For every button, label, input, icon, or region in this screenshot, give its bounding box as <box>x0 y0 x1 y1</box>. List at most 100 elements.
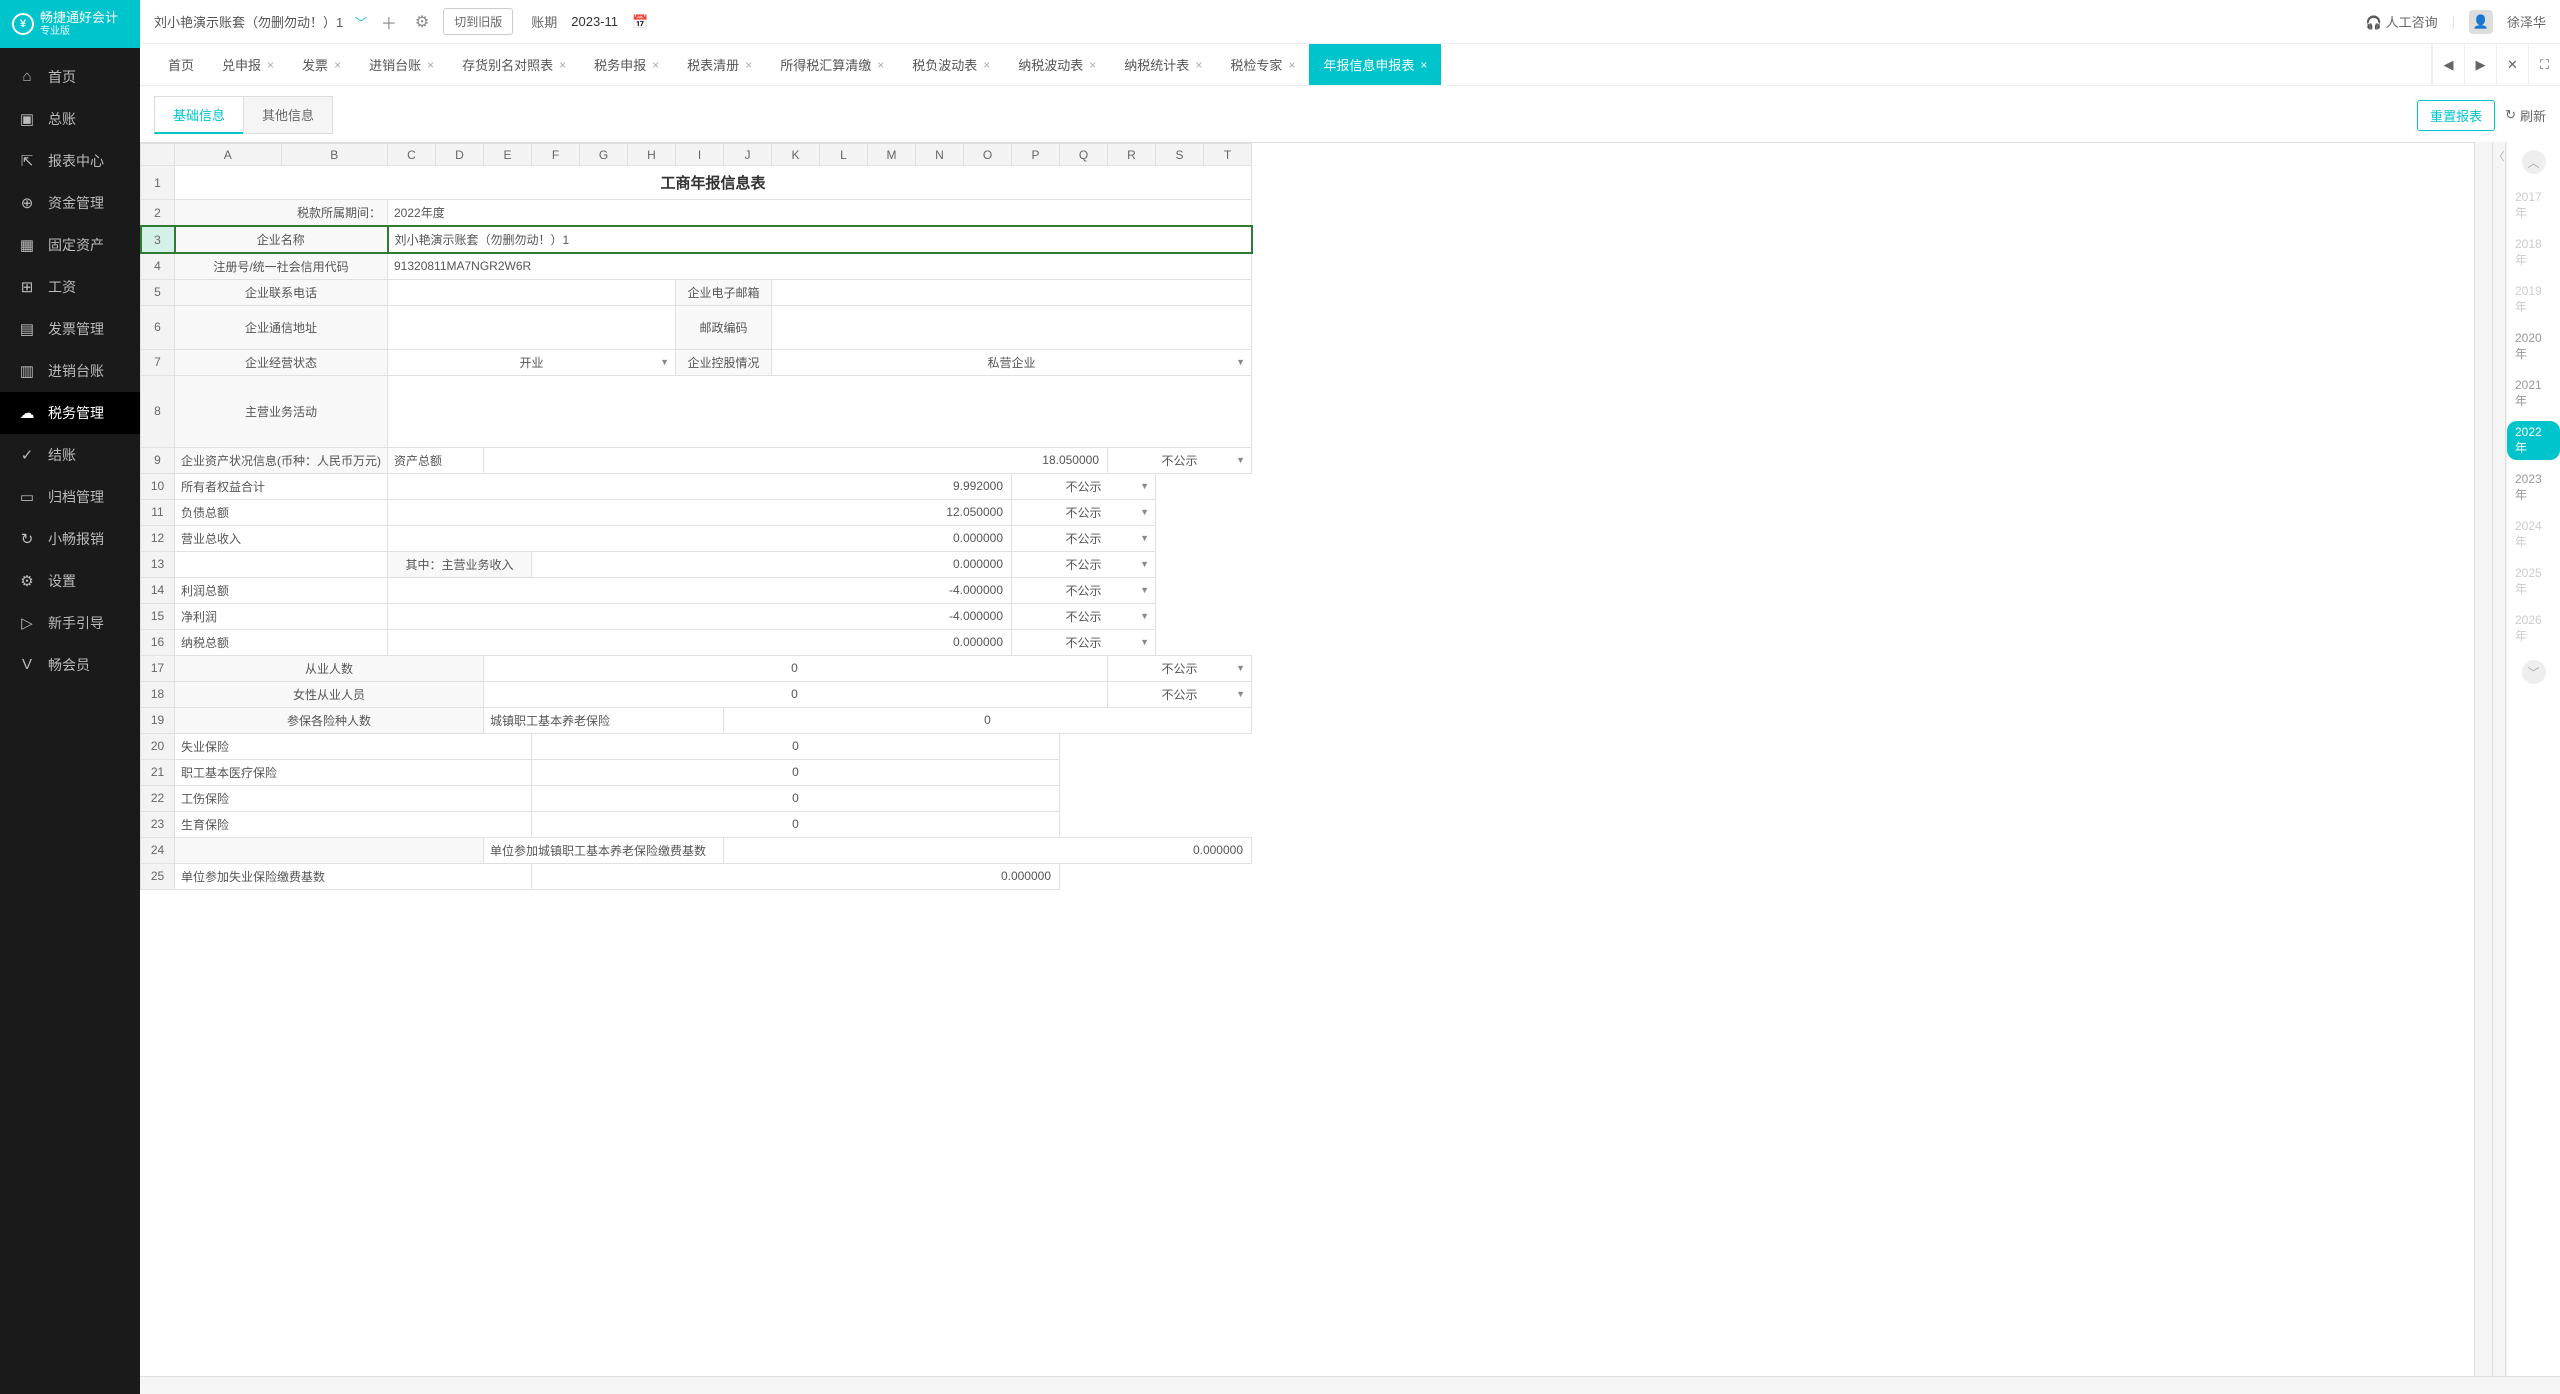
year-2019年[interactable]: 2019年 <box>2507 280 2560 319</box>
sidebar-item-5[interactable]: ⊞工资 <box>0 266 140 308</box>
col-Q[interactable]: Q <box>1060 144 1108 166</box>
col-C[interactable]: C <box>388 144 436 166</box>
sidebar-item-10[interactable]: ▭归档管理 <box>0 476 140 518</box>
col-D[interactable]: D <box>436 144 484 166</box>
year-up-icon[interactable]: ︿ <box>2522 150 2546 174</box>
row-13[interactable]: 13 <box>141 551 175 577</box>
subtab-0[interactable]: 基础信息 <box>154 96 243 134</box>
close-icon[interactable]: × <box>267 58 274 72</box>
tabs-prev-icon[interactable]: ◀ <box>2432 44 2464 85</box>
cell-ins-21[interactable]: 0 <box>532 759 1060 785</box>
consult-link[interactable]: 🎧 人工咨询 <box>2366 12 2438 31</box>
col-B[interactable]: B <box>281 144 388 166</box>
cell-val-12[interactable]: 0.000000 <box>388 525 1012 551</box>
collapse-handle-icon[interactable]: 〈 <box>2492 142 2506 1376</box>
period-value[interactable]: 2023-11 <box>571 14 618 29</box>
sidebar-item-9[interactable]: ✓结账 <box>0 434 140 476</box>
cell-disc-9[interactable]: 不公示 <box>1108 447 1252 473</box>
row-10[interactable]: 10 <box>141 473 175 499</box>
col-R[interactable]: R <box>1108 144 1156 166</box>
row-23[interactable]: 23 <box>141 811 175 837</box>
tabs-next-icon[interactable]: ▶ <box>2464 44 2496 85</box>
add-icon[interactable]: ＋ <box>377 10 401 34</box>
row-22[interactable]: 22 <box>141 785 175 811</box>
col-K[interactable]: K <box>772 144 820 166</box>
cell-val-11[interactable]: 12.050000 <box>388 499 1012 525</box>
sidebar-item-1[interactable]: ▣总账 <box>0 98 140 140</box>
year-2023年[interactable]: 2023年 <box>2507 468 2560 507</box>
row-24[interactable]: 24 <box>141 837 175 863</box>
cell-disc-10[interactable]: 不公示 <box>1012 473 1156 499</box>
cell-femp[interactable]: 0 <box>484 681 1108 707</box>
cell-val-10[interactable]: 9.992000 <box>388 473 1012 499</box>
close-icon[interactable]: × <box>877 58 884 72</box>
close-icon[interactable]: × <box>983 58 990 72</box>
cell-phone[interactable] <box>388 279 676 305</box>
year-down-icon[interactable]: ﹀ <box>2522 660 2546 684</box>
sidebar-item-3[interactable]: ⊕资金管理 <box>0 182 140 224</box>
col-F[interactable]: F <box>532 144 580 166</box>
row-11[interactable]: 11 <box>141 499 175 525</box>
col-L[interactable]: L <box>820 144 868 166</box>
cell-disc-11[interactable]: 不公示 <box>1012 499 1156 525</box>
row-12[interactable]: 12 <box>141 525 175 551</box>
col-G[interactable]: G <box>580 144 628 166</box>
vertical-scrollbar[interactable] <box>2474 142 2492 1376</box>
col-O[interactable]: O <box>964 144 1012 166</box>
gear-icon[interactable]: ⚙ <box>411 12 433 32</box>
year-2025年[interactable]: 2025年 <box>2507 562 2560 601</box>
cell-disc-13[interactable]: 不公示 <box>1012 551 1156 577</box>
subtab-1[interactable]: 其他信息 <box>243 96 333 134</box>
avatar[interactable]: 👤 <box>2469 10 2493 34</box>
cell-reg[interactable]: 91320811MA7NGR2W6R <box>388 253 1252 279</box>
col-E[interactable]: E <box>484 144 532 166</box>
cell-period[interactable]: 2022年度 <box>388 200 1252 227</box>
cell-val-16[interactable]: 0.000000 <box>388 629 1012 655</box>
cell-ins-19[interactable]: 0 <box>724 707 1252 733</box>
col-S[interactable]: S <box>1156 144 1204 166</box>
cell-ins-23[interactable]: 0 <box>532 811 1060 837</box>
year-2021年[interactable]: 2021年 <box>2507 374 2560 413</box>
sidebar-item-12[interactable]: ⚙设置 <box>0 560 140 602</box>
sidebar-item-4[interactable]: ▦固定资产 <box>0 224 140 266</box>
close-icon[interactable]: × <box>1288 58 1295 72</box>
cell-disc-16[interactable]: 不公示 <box>1012 629 1156 655</box>
cell-status[interactable]: 开业 <box>388 349 676 375</box>
cell-holding[interactable]: 私营企业 <box>772 349 1252 375</box>
horizontal-scrollbar[interactable] <box>140 1376 2560 1394</box>
row-9[interactable]: 9 <box>141 447 175 473</box>
col-N[interactable]: N <box>916 144 964 166</box>
tab-12[interactable]: 年报信息申报表× <box>1309 44 1441 85</box>
tabs-close-icon[interactable]: ✕ <box>2496 44 2528 85</box>
sidebar-item-7[interactable]: ▥进销台账 <box>0 350 140 392</box>
refresh-button[interactable]: ↻ 刷新 <box>2505 106 2546 125</box>
close-icon[interactable]: × <box>745 58 752 72</box>
close-icon[interactable]: × <box>652 58 659 72</box>
row-15[interactable]: 15 <box>141 603 175 629</box>
row-7[interactable]: 7 <box>141 349 175 375</box>
year-2022年[interactable]: 2022年 <box>2507 421 2560 460</box>
cell-disc-15[interactable]: 不公示 <box>1012 603 1156 629</box>
spreadsheet[interactable]: ABCDEFGHIJKLMNOPQRST1工商年报信息表2税款所属期间：2022… <box>140 142 2474 1376</box>
sidebar-item-14[interactable]: V畅会员 <box>0 644 140 686</box>
close-icon[interactable]: × <box>1195 58 1202 72</box>
tab-9[interactable]: 纳税波动表× <box>1004 44 1110 85</box>
tab-0[interactable]: 首页 <box>154 44 208 85</box>
cell-ins-20[interactable]: 0 <box>532 733 1060 759</box>
switch-old-button[interactable]: 切到旧版 <box>443 8 513 35</box>
tab-8[interactable]: 税负波动表× <box>898 44 1004 85</box>
sidebar-item-2[interactable]: ⇱报表中心 <box>0 140 140 182</box>
tab-11[interactable]: 税检专家× <box>1216 44 1309 85</box>
row-1[interactable]: 1 <box>141 166 175 200</box>
row-4[interactable]: 4 <box>141 253 175 279</box>
sidebar-item-11[interactable]: ↻小畅报销 <box>0 518 140 560</box>
cell-company[interactable]: 刘小艳演示账套（勿删勿动！）1 <box>388 226 1252 253</box>
cell-val-9[interactable]: 18.050000 <box>484 447 1108 473</box>
row-19[interactable]: 19 <box>141 707 175 733</box>
tab-10[interactable]: 纳税统计表× <box>1110 44 1216 85</box>
cell-emp[interactable]: 0 <box>484 655 1108 681</box>
cell-post[interactable] <box>772 305 1252 349</box>
row-3[interactable]: 3 <box>141 226 175 253</box>
col-A[interactable]: A <box>175 144 282 166</box>
year-2020年[interactable]: 2020年 <box>2507 327 2560 366</box>
